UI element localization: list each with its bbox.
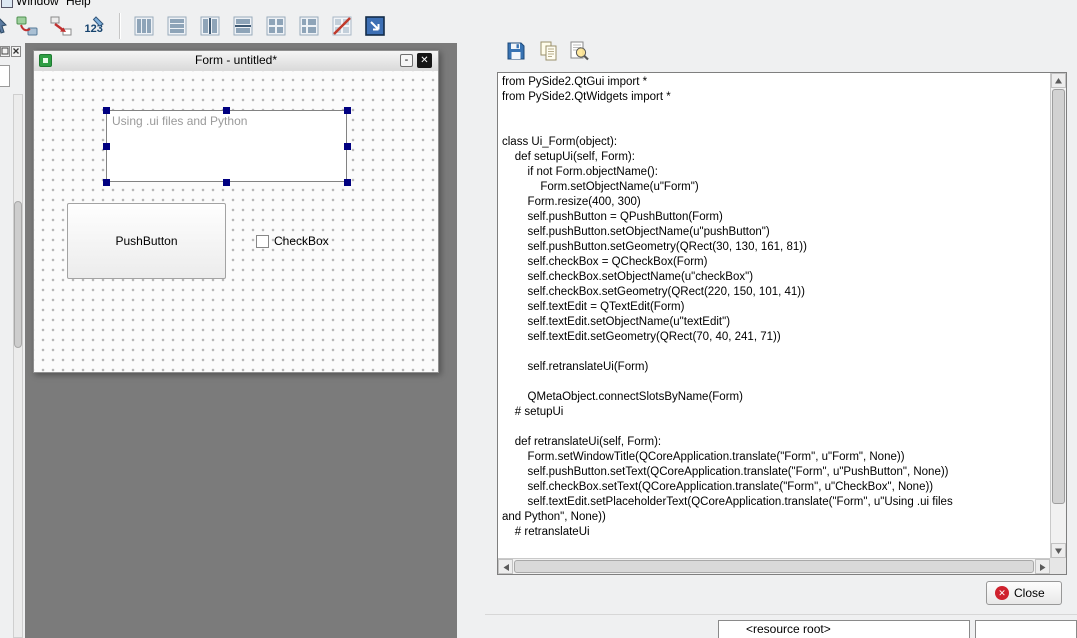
- save-button[interactable]: [503, 38, 529, 64]
- form-canvas[interactable]: Using .ui files and Python PushButton Ch…: [34, 71, 438, 372]
- copy-button[interactable]: [536, 38, 562, 64]
- close-button-label: Close: [1014, 586, 1045, 600]
- edit-buddies-button[interactable]: [48, 13, 74, 39]
- find-button[interactable]: [566, 38, 592, 64]
- selection-handle-bottom-left[interactable]: [103, 179, 110, 186]
- close-icon: [12, 47, 20, 55]
- adjust-size-button[interactable]: [362, 13, 388, 39]
- arrow-down-icon: [1054, 547, 1063, 555]
- textedit-placeholder: Using .ui files and Python: [107, 111, 346, 131]
- dock-close-button[interactable]: [11, 46, 21, 57]
- selection-handle-top-left[interactable]: [103, 107, 110, 114]
- widget-box-filter-input[interactable]: [0, 65, 10, 87]
- selection-handle-mid-left[interactable]: [103, 143, 110, 150]
- lay-out-vertically-in-splitter-button[interactable]: [230, 13, 256, 39]
- menu-item-help[interactable]: Help: [66, 0, 91, 8]
- splitter-horizontal-icon: [197, 28, 223, 42]
- horizontal-scrollbar-thumb[interactable]: [514, 560, 1034, 573]
- window-icon: [1, 0, 13, 8]
- lay-out-in-form-layout-button[interactable]: [296, 13, 322, 39]
- lay-out-vertically-button[interactable]: [164, 13, 190, 39]
- scrollbar-thumb[interactable]: [14, 201, 22, 348]
- resource-tree-pane: <resource root>: [718, 620, 970, 638]
- edit-widgets-button[interactable]: [0, 13, 13, 39]
- resource-side-pane: [975, 620, 1077, 638]
- copy-icon: [536, 53, 562, 67]
- checkbox-label: CheckBox: [274, 234, 329, 248]
- break-layout-icon: [329, 28, 355, 42]
- save-icon: [503, 53, 529, 67]
- scroll-down-button[interactable]: [1051, 543, 1066, 558]
- form-titlebar[interactable]: Form - untitled* - ✕: [34, 51, 438, 72]
- qt-designer-app: Window Help 123: [0, 0, 1077, 638]
- form-window: Form - untitled* - ✕ Using .ui files and…: [33, 50, 439, 373]
- edit-tab-order-icon: 123: [82, 28, 108, 42]
- vertical-scrollbar-thumb[interactable]: [1052, 89, 1065, 504]
- selection-handle-top-right[interactable]: [344, 107, 351, 114]
- widget-box-scrollbar[interactable]: [13, 94, 23, 638]
- code-text: from PySide2.QtGui import * from PySide2…: [498, 73, 1049, 557]
- minimize-button[interactable]: -: [400, 54, 413, 67]
- arrow-up-icon: [1054, 77, 1063, 85]
- scroll-up-button[interactable]: [1051, 73, 1066, 88]
- layout-grid-icon: [263, 28, 289, 42]
- lay-out-in-grid-button[interactable]: [263, 13, 289, 39]
- horizontal-scrollbar[interactable]: [498, 558, 1050, 574]
- dock-float-button[interactable]: [0, 46, 10, 57]
- menu-item-window[interactable]: Window: [16, 0, 59, 8]
- layout-form-icon: [296, 28, 322, 42]
- find-icon: [566, 53, 592, 67]
- layout-horizontal-icon: [131, 28, 157, 42]
- pushbutton-widget[interactable]: PushButton: [67, 203, 226, 279]
- selection-handle-mid-right[interactable]: [344, 143, 351, 150]
- code-preview-dialog: from PySide2.QtGui import * from PySide2…: [485, 30, 1077, 615]
- edit-buddies-icon: [48, 28, 74, 42]
- close-circle-icon: ✕: [995, 586, 1009, 600]
- scroll-right-button[interactable]: [1035, 559, 1050, 574]
- scrollbar-corner: [1050, 558, 1066, 574]
- edit-signals-slots-button[interactable]: [14, 13, 40, 39]
- close-button[interactable]: ✕: [417, 53, 432, 68]
- textedit-widget[interactable]: Using .ui files and Python: [106, 110, 347, 182]
- scroll-left-button[interactable]: [498, 559, 513, 574]
- code-view[interactable]: from PySide2.QtGui import * from PySide2…: [497, 72, 1067, 575]
- arrow-right-icon: [1039, 563, 1047, 572]
- lay-out-horizontally-button[interactable]: [131, 13, 157, 39]
- form-title: Form - untitled*: [34, 51, 438, 70]
- edit-tab-order-button[interactable]: 123: [82, 13, 108, 39]
- checkbox-indicator: [256, 235, 269, 248]
- splitter-vertical-icon: [230, 28, 256, 42]
- edit-signals-slots-icon: [14, 28, 40, 42]
- selection-handle-bottom-mid[interactable]: [223, 179, 230, 186]
- selection-handle-bottom-right[interactable]: [344, 179, 351, 186]
- vertical-scrollbar[interactable]: [1050, 73, 1066, 558]
- toolbar-separator: [119, 13, 121, 39]
- menubar: Window Help: [0, 0, 1077, 8]
- dialog-close-button[interactable]: ✕ Close: [986, 581, 1062, 605]
- edit-widgets-icon: [0, 28, 13, 42]
- lay-out-horizontally-in-splitter-button[interactable]: [197, 13, 223, 39]
- resource-root-item[interactable]: <resource root>: [719, 621, 969, 638]
- break-layout-button[interactable]: [329, 13, 355, 39]
- adjust-size-icon: [362, 28, 388, 42]
- selection-handle-top-mid[interactable]: [223, 107, 230, 114]
- arrow-left-icon: [502, 563, 510, 572]
- layout-vertical-icon: [164, 28, 190, 42]
- float-icon: [1, 47, 9, 55]
- mdi-area: Form - untitled* - ✕ Using .ui files and…: [25, 43, 457, 638]
